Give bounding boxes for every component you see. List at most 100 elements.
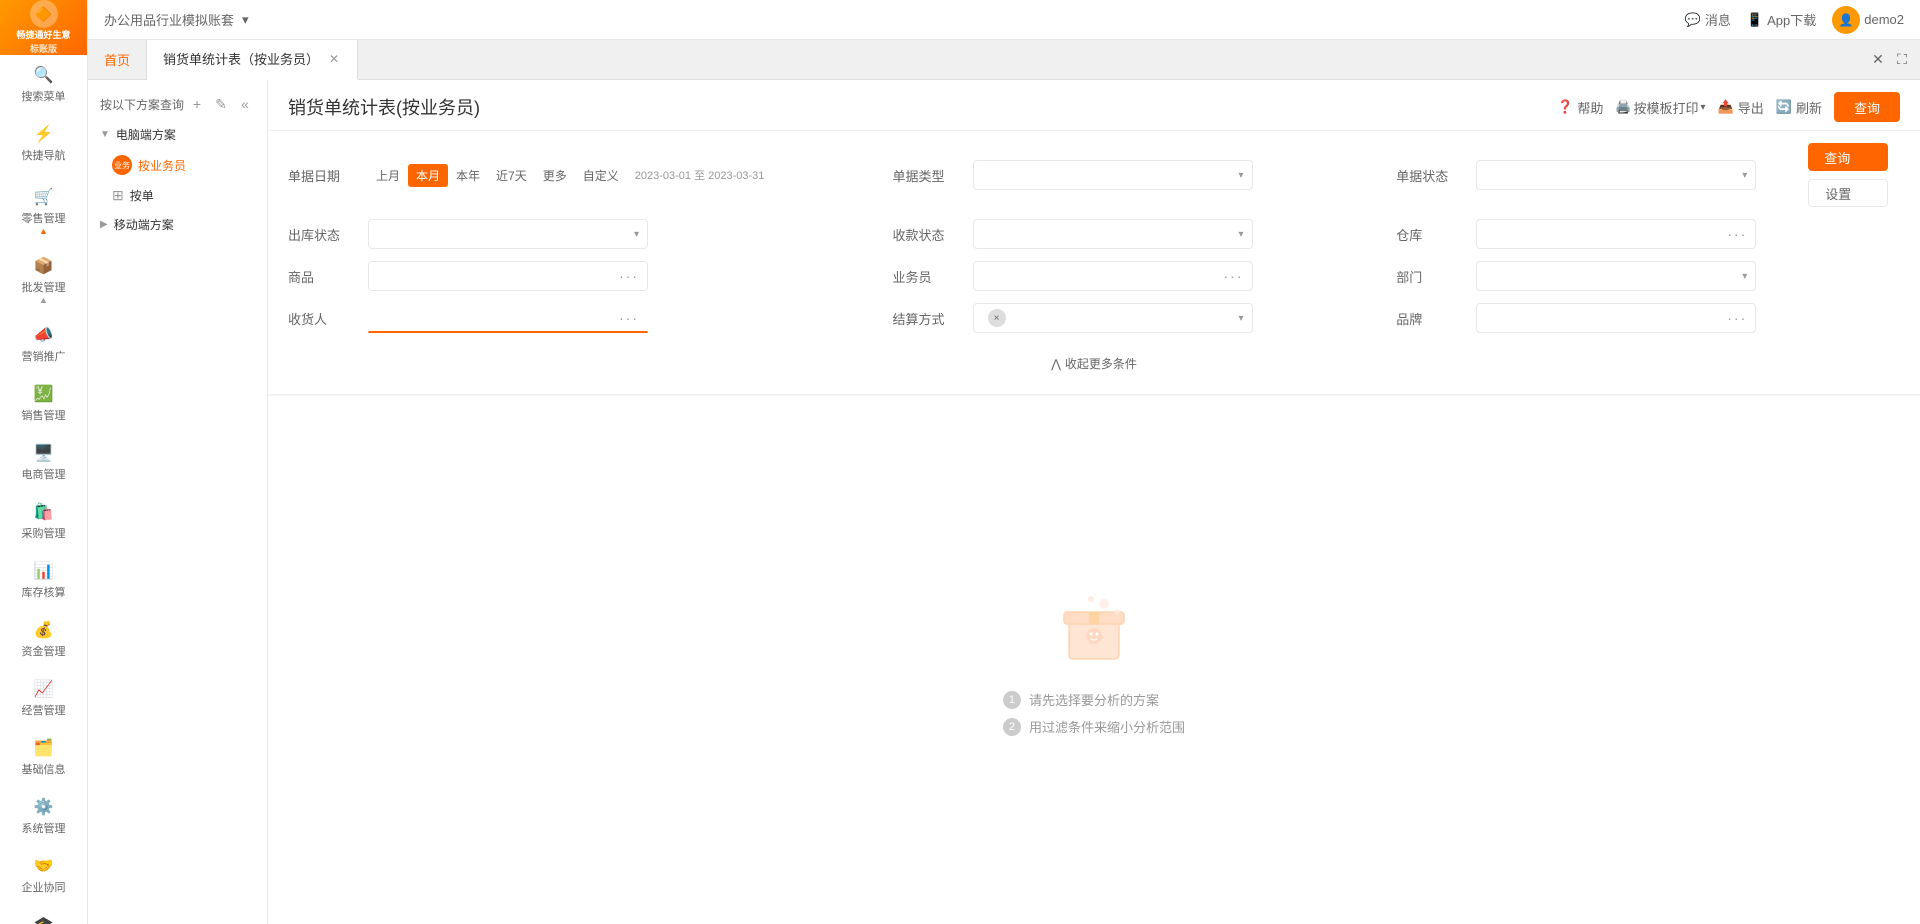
message-label: 消息 [1705, 10, 1731, 29]
wholesale-icon: 📦 [34, 256, 54, 276]
out-status-arrow-icon: ▾ [634, 229, 639, 240]
filter-row-2: 出库状态 ▾ 收款状态 ▾ 仓库 ··· [288, 219, 1900, 249]
tab-close-button[interactable]: ✕ [327, 50, 341, 68]
sidebar-item-ecommerce[interactable]: 🖥️ 电商管理 [0, 433, 87, 492]
page-title-bar: 销货单统计表(按业务员) ❓ 帮助 🖨️ 按模板打印 ▾ 📤 导出 [268, 80, 1920, 131]
settlement-clear-btn[interactable]: × [988, 309, 1006, 327]
receiver-input[interactable]: ··· [368, 303, 648, 333]
sidebar-item-enterprise[interactable]: 🤝 企业协同 [0, 846, 87, 905]
payment-status-arrow-icon: ▾ [1238, 229, 1243, 240]
out-status-input[interactable]: ▾ [368, 219, 648, 249]
sidebar-item-purchase[interactable]: 🛍️ 采购管理 [0, 492, 87, 551]
settings-btn[interactable]: 设置 [1808, 179, 1888, 207]
export-action[interactable]: 📤 导出 [1718, 98, 1764, 117]
query-button[interactable]: 查询 [1834, 92, 1900, 122]
app-download-action[interactable]: 📱 App下载 [1747, 10, 1816, 29]
query-btn-right[interactable]: 查询 [1808, 143, 1888, 171]
payment-status-input[interactable]: ▾ [973, 219, 1253, 249]
filter-row-3: 商品 ··· 业务员 ··· 部门 ▾ [288, 261, 1900, 291]
department-input[interactable]: ▾ [1476, 261, 1756, 291]
department-arrow-icon: ▾ [1742, 271, 1747, 282]
doc-type-label: 单据类型 [893, 166, 973, 185]
empty-step-1: 1 请先选择要分析的方案 [1003, 690, 1185, 709]
user-profile[interactable]: 👤 demo2 [1832, 6, 1904, 34]
collapse-panel-btn[interactable]: « [235, 94, 255, 114]
doc-type-input[interactable]: ▾ [973, 160, 1253, 190]
sidebar-item-system-label: 系统管理 [22, 820, 66, 836]
sidebar-item-wholesale[interactable]: 📦 批发管理 ▲ [0, 246, 87, 315]
user-avatar: 👤 [1832, 6, 1860, 34]
help-action[interactable]: ❓ 帮助 [1557, 98, 1603, 117]
print-dropdown-icon: ▾ [1701, 102, 1706, 113]
sidebar-item-quicknav[interactable]: ⚡ 快捷导航 [0, 114, 87, 173]
sidebar-item-operation[interactable]: 📈 经营管理 [0, 669, 87, 728]
tab-home[interactable]: 首页 [88, 40, 147, 80]
edit-scheme-btn[interactable]: ✎ [211, 94, 231, 114]
brand-input[interactable]: ··· [1476, 303, 1756, 333]
warehouse-input[interactable]: ··· [1476, 219, 1756, 249]
tab-sales-stat-label: 销货单统计表（按业务员） [163, 49, 319, 68]
system-icon: ⚙️ [34, 797, 54, 817]
sidebar-item-newbie[interactable]: 🎓 新手引导 [0, 905, 87, 924]
doc-type-arrow-icon: ▾ [1238, 170, 1243, 181]
doc-status-label: 单据状态 [1396, 166, 1476, 185]
step-1-text: 请先选择要分析的方案 [1029, 690, 1159, 709]
filter-col-receiver: 收货人 ··· [288, 303, 893, 333]
app-download-label: App下载 [1767, 10, 1816, 29]
tab-sales-stat[interactable]: 销货单统计表（按业务员） ✕ [147, 40, 358, 80]
window-close-btn[interactable]: ✕ [1868, 50, 1888, 70]
date-btn-last-month[interactable]: 上月 [368, 164, 408, 187]
sidebar-item-retail[interactable]: 🛒 零售管理 ▲ [0, 177, 87, 246]
tree-desktop-scheme[interactable]: ▼ 电脑端方案 [88, 120, 267, 149]
add-scheme-btn[interactable]: + [187, 94, 207, 114]
doc-scheme-icon: ⊞ [112, 187, 124, 204]
doc-status-arrow-icon: ▾ [1742, 170, 1747, 181]
basic-icon: 🗂️ [34, 738, 54, 758]
left-panel: 按以下方案查询 + ✎ « ▼ 电脑端方案 业务 按业务员 ⊞ 按单 [88, 80, 268, 924]
tree-mobile-scheme[interactable]: ▶ 移动端方案 [88, 210, 267, 239]
sidebar-item-sales[interactable]: 💹 销售管理 [0, 374, 87, 433]
refresh-icon: 🔄 [1776, 99, 1792, 115]
refresh-action[interactable]: 🔄 刷新 [1776, 98, 1822, 117]
operation-icon: 📈 [34, 679, 54, 699]
tree-item-by-salesperson[interactable]: 业务 按业务员 [88, 149, 267, 181]
tree-item-by-doc[interactable]: ⊞ 按单 [88, 181, 267, 210]
breadcrumb: 办公用品行业模拟账套 [104, 10, 234, 29]
tab-bar: 首页 销货单统计表（按业务员） ✕ ✕ ⛶ [88, 40, 1920, 80]
page-title: 销货单统计表(按业务员) [288, 94, 480, 120]
sidebar-item-enterprise-label: 企业协同 [22, 879, 66, 895]
date-btn-this-month[interactable]: 本月 [408, 164, 448, 187]
goods-input[interactable]: ··· [368, 261, 648, 291]
retail-icon: 🛒 [34, 187, 54, 207]
window-maximize-btn[interactable]: ⛶ [1892, 50, 1912, 70]
date-btn-custom[interactable]: 自定义 [575, 164, 627, 187]
print-icon: 🖨️ [1615, 99, 1631, 115]
salesperson-input[interactable]: ··· [973, 261, 1253, 291]
sidebar-item-basic[interactable]: 🗂️ 基础信息 [0, 728, 87, 787]
content-separator [268, 394, 1920, 395]
sidebar-item-search[interactable]: 🔍 搜索菜单 [0, 55, 87, 114]
date-btn-more[interactable]: 更多 [535, 164, 575, 187]
message-action[interactable]: 💬 消息 [1685, 10, 1731, 29]
filter-row-1: 单据日期 上月 本月 本年 近7天 更多 自定义 2023-03-01 至 20… [288, 143, 1900, 207]
sidebar-item-finance[interactable]: 💰 资金管理 [0, 610, 87, 669]
sidebar-item-inventory[interactable]: 📊 库存核算 [0, 551, 87, 610]
sidebar-item-retail-label: 零售管理 [22, 210, 66, 226]
date-btn-last7days[interactable]: 近7天 [488, 164, 535, 187]
brand-label: 品牌 [1396, 309, 1476, 328]
breadcrumb-arrow[interactable]: ▾ [242, 12, 249, 28]
date-btn-this-year[interactable]: 本年 [448, 164, 488, 187]
settlement-input[interactable]: × ▾ [973, 303, 1253, 333]
step-2-num: 2 [1003, 718, 1021, 736]
collapse-btn[interactable]: ⋀ 收起更多条件 [1039, 351, 1149, 376]
filter-col-date: 单据日期 上月 本月 本年 近7天 更多 自定义 2023-03-01 至 20… [288, 164, 893, 187]
doc-status-input[interactable]: ▾ [1476, 160, 1756, 190]
app-subtitle: 标账版 [30, 42, 57, 55]
search-icon: 🔍 [34, 65, 54, 85]
sidebar-item-system[interactable]: ⚙️ 系统管理 [0, 787, 87, 846]
empty-steps: 1 请先选择要分析的方案 2 用过滤条件来缩小分析范围 [1003, 690, 1185, 736]
print-label: 按模板打印 [1634, 98, 1699, 117]
out-status-label: 出库状态 [288, 225, 368, 244]
sidebar-item-marketing[interactable]: 📣 营销推广 [0, 315, 87, 374]
print-action[interactable]: 🖨️ 按模板打印 ▾ [1615, 98, 1705, 117]
